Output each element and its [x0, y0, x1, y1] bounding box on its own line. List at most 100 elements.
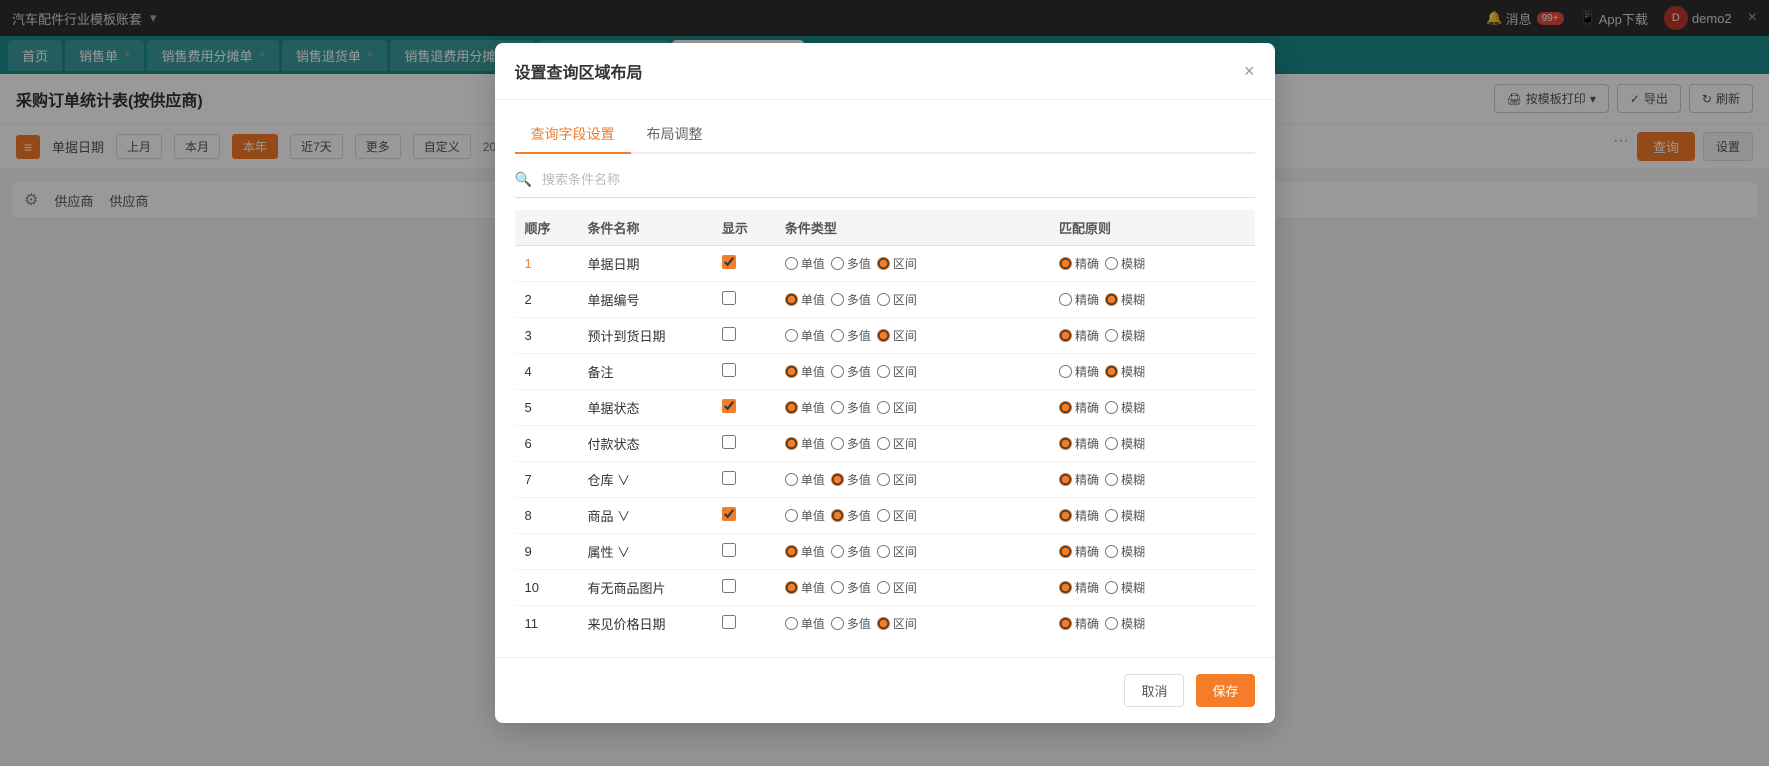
cell-display[interactable] — [712, 318, 775, 354]
radio-type-区间[interactable]: 区间 — [877, 363, 917, 380]
cell-display[interactable] — [712, 498, 775, 534]
display-checkbox[interactable] — [722, 291, 736, 305]
radio-type-单值[interactable]: 单值 — [785, 507, 825, 524]
cell-display[interactable] — [712, 354, 775, 390]
cell-match[interactable]: 精确模糊 — [1049, 246, 1255, 282]
display-checkbox[interactable] — [722, 435, 736, 449]
radio-type-多值[interactable]: 多值 — [831, 507, 871, 524]
cell-type[interactable]: 单值多值区间 — [775, 462, 1049, 498]
radio-type-单值[interactable]: 单值 — [785, 435, 825, 452]
modal-close-button[interactable]: × — [1244, 62, 1255, 80]
radio-match-精确[interactable]: 精确 — [1059, 543, 1099, 560]
cell-match[interactable]: 精确模糊 — [1049, 390, 1255, 426]
radio-type-单值[interactable]: 单值 — [785, 291, 825, 308]
radio-match-模糊[interactable]: 模糊 — [1105, 255, 1145, 272]
cell-type[interactable]: 单值多值区间 — [775, 282, 1049, 318]
radio-match-精确[interactable]: 精确 — [1059, 291, 1099, 308]
radio-match-模糊[interactable]: 模糊 — [1105, 435, 1145, 452]
radio-match-模糊[interactable]: 模糊 — [1105, 543, 1145, 560]
radio-match-模糊[interactable]: 模糊 — [1105, 327, 1145, 344]
cell-display[interactable] — [712, 534, 775, 570]
cell-display[interactable] — [712, 390, 775, 426]
radio-type-单值[interactable]: 单值 — [785, 543, 825, 560]
cell-display[interactable] — [712, 426, 775, 462]
radio-match-模糊[interactable]: 模糊 — [1105, 363, 1145, 380]
display-checkbox[interactable] — [722, 327, 736, 341]
cell-display[interactable] — [712, 462, 775, 498]
cell-match[interactable]: 精确模糊 — [1049, 462, 1255, 498]
radio-type-单值[interactable]: 单值 — [785, 255, 825, 272]
radio-match-精确[interactable]: 精确 — [1059, 579, 1099, 596]
cell-match[interactable]: 精确模糊 — [1049, 498, 1255, 534]
cell-match[interactable]: 精确模糊 — [1049, 426, 1255, 462]
cell-match[interactable]: 精确模糊 — [1049, 534, 1255, 570]
radio-type-单值[interactable]: 单值 — [785, 579, 825, 596]
cell-type[interactable]: 单值多值区间 — [775, 534, 1049, 570]
radio-type-多值[interactable]: 多值 — [831, 435, 871, 452]
cell-match[interactable]: 精确模糊 — [1049, 318, 1255, 354]
cell-type[interactable]: 单值多值区间 — [775, 606, 1049, 642]
cell-display[interactable] — [712, 570, 775, 606]
cell-type[interactable]: 单值多值区间 — [775, 426, 1049, 462]
radio-type-单值[interactable]: 单值 — [785, 327, 825, 344]
radio-type-区间[interactable]: 区间 — [877, 471, 917, 488]
radio-match-精确[interactable]: 精确 — [1059, 255, 1099, 272]
radio-match-精确[interactable]: 精确 — [1059, 507, 1099, 524]
display-checkbox[interactable] — [722, 399, 736, 413]
radio-type-单值[interactable]: 单值 — [785, 399, 825, 416]
cell-type[interactable]: 单值多值区间 — [775, 318, 1049, 354]
cell-type[interactable]: 单值多值区间 — [775, 498, 1049, 534]
radio-match-模糊[interactable]: 模糊 — [1105, 579, 1145, 596]
cell-match[interactable]: 精确模糊 — [1049, 606, 1255, 642]
radio-match-精确[interactable]: 精确 — [1059, 615, 1099, 632]
radio-match-精确[interactable]: 精确 — [1059, 471, 1099, 488]
radio-type-区间[interactable]: 区间 — [877, 435, 917, 452]
radio-type-多值[interactable]: 多值 — [831, 399, 871, 416]
radio-type-区间[interactable]: 区间 — [877, 327, 917, 344]
radio-type-单值[interactable]: 单值 — [785, 615, 825, 632]
radio-match-精确[interactable]: 精确 — [1059, 435, 1099, 452]
radio-match-模糊[interactable]: 模糊 — [1105, 291, 1145, 308]
radio-type-多值[interactable]: 多值 — [831, 579, 871, 596]
cell-type[interactable]: 单值多值区间 — [775, 354, 1049, 390]
cell-match[interactable]: 精确模糊 — [1049, 354, 1255, 390]
radio-type-区间[interactable]: 区间 — [877, 543, 917, 560]
radio-match-模糊[interactable]: 模糊 — [1105, 399, 1145, 416]
radio-type-单值[interactable]: 单值 — [785, 363, 825, 380]
save-button[interactable]: 保存 — [1196, 674, 1254, 707]
radio-type-区间[interactable]: 区间 — [877, 507, 917, 524]
radio-type-区间[interactable]: 区间 — [877, 399, 917, 416]
display-checkbox[interactable] — [722, 615, 736, 629]
modal-tab-layout[interactable]: 布局调整 — [631, 116, 719, 154]
radio-type-区间[interactable]: 区间 — [877, 291, 917, 308]
radio-type-多值[interactable]: 多值 — [831, 471, 871, 488]
radio-match-模糊[interactable]: 模糊 — [1105, 615, 1145, 632]
display-checkbox[interactable] — [722, 543, 736, 557]
cell-type[interactable]: 单值多值区间 — [775, 246, 1049, 282]
radio-type-区间[interactable]: 区间 — [877, 615, 917, 632]
radio-match-精确[interactable]: 精确 — [1059, 399, 1099, 416]
cell-display[interactable] — [712, 606, 775, 642]
cancel-button[interactable]: 取消 — [1124, 674, 1184, 707]
radio-match-模糊[interactable]: 模糊 — [1105, 507, 1145, 524]
radio-type-多值[interactable]: 多值 — [831, 327, 871, 344]
radio-type-单值[interactable]: 单值 — [785, 471, 825, 488]
radio-match-精确[interactable]: 精确 — [1059, 327, 1099, 344]
cell-display[interactable] — [712, 282, 775, 318]
modal-overlay[interactable]: 设置查询区域布局 × 查询字段设置 布局调整 🔍 顺序 — [0, 0, 1769, 766]
display-checkbox[interactable] — [722, 471, 736, 485]
cell-type[interactable]: 单值多值区间 — [775, 570, 1049, 606]
radio-type-多值[interactable]: 多值 — [831, 291, 871, 308]
radio-type-区间[interactable]: 区间 — [877, 255, 917, 272]
radio-match-模糊[interactable]: 模糊 — [1105, 471, 1145, 488]
cell-display[interactable] — [712, 246, 775, 282]
display-checkbox[interactable] — [722, 255, 736, 269]
display-checkbox[interactable] — [722, 507, 736, 521]
radio-type-区间[interactable]: 区间 — [877, 579, 917, 596]
radio-type-多值[interactable]: 多值 — [831, 255, 871, 272]
radio-match-精确[interactable]: 精确 — [1059, 363, 1099, 380]
display-checkbox[interactable] — [722, 579, 736, 593]
radio-type-多值[interactable]: 多值 — [831, 615, 871, 632]
cell-match[interactable]: 精确模糊 — [1049, 570, 1255, 606]
cell-type[interactable]: 单值多值区间 — [775, 390, 1049, 426]
